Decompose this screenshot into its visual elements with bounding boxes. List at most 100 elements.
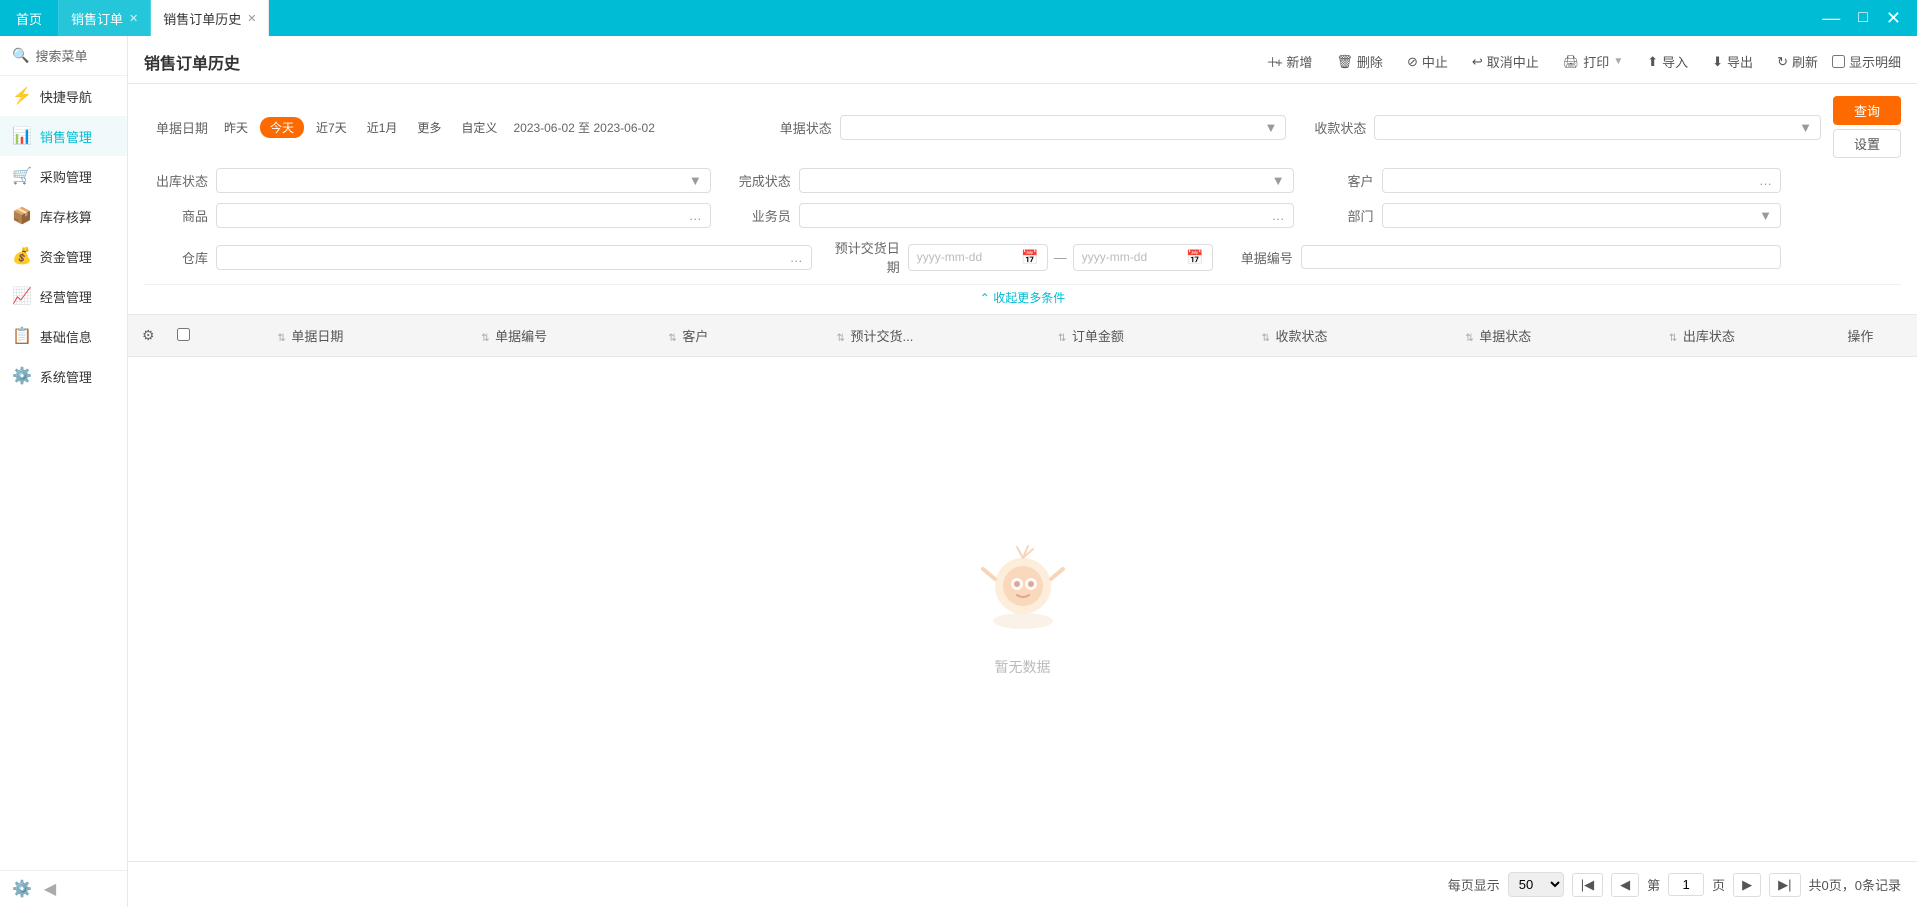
sort-icon-order-status: ⇅ bbox=[1465, 333, 1473, 344]
col-number[interactable]: ⇅ 单据编号 bbox=[412, 315, 616, 357]
date-tab-yesterday[interactable]: 昨天 bbox=[216, 117, 256, 138]
print-dropdown-icon: ▼ bbox=[1613, 56, 1623, 67]
stop-button[interactable]: ⊘ 中止 bbox=[1397, 48, 1458, 75]
date-tab-today[interactable]: 今天 bbox=[260, 117, 304, 138]
collapse-bar[interactable]: ⌃ 收起更多条件 bbox=[144, 284, 1901, 310]
goods-label: 商品 bbox=[144, 206, 216, 225]
collection-status-label: 收款状态 bbox=[1302, 118, 1374, 137]
department-select[interactable]: ▼ bbox=[1382, 203, 1781, 228]
sidebar-item-quick-nav[interactable]: ⚡ 快捷导航 bbox=[0, 76, 127, 116]
filter-section: 单据日期 昨天 今天 近7天 近1月 更多 自定义 2023-06-02 至 2… bbox=[128, 84, 1917, 315]
warehouse-select[interactable]: … bbox=[216, 245, 812, 270]
department-arrow: ▼ bbox=[1759, 208, 1772, 223]
col-collection-status[interactable]: ⇅ 收款状态 bbox=[1193, 315, 1397, 357]
date-tab-1month[interactable]: 近1月 bbox=[359, 117, 406, 138]
col-order-status[interactable]: ⇅ 单据状态 bbox=[1396, 315, 1600, 357]
quick-nav-icon: ⚡ bbox=[12, 86, 32, 106]
col-delivery[interactable]: ⇅ 预计交货... bbox=[761, 315, 989, 357]
delivery-status-arrow: ▼ bbox=[689, 173, 702, 188]
table-select-all[interactable] bbox=[177, 328, 190, 341]
inventory-icon: 📦 bbox=[12, 206, 32, 226]
refresh-icon: ↻ bbox=[1777, 54, 1788, 70]
export-icon: ⬇ bbox=[1712, 54, 1723, 70]
toolbar: ＋ + 新增 🗑 删除 ⊘ 中止 ↩ 取消中止 bbox=[1256, 48, 1901, 75]
page-first-btn[interactable]: |◀ bbox=[1572, 873, 1603, 897]
page-size-select[interactable]: 10 20 50 100 bbox=[1508, 872, 1564, 897]
collapse-sidebar-icon[interactable]: ◀ bbox=[44, 879, 56, 899]
page-next-btn[interactable]: ▶ bbox=[1733, 873, 1761, 897]
page-input[interactable] bbox=[1668, 873, 1704, 896]
export-button[interactable]: ⬇ 导出 bbox=[1702, 48, 1763, 75]
data-table: ⚙ ⇅ 单据日期 ⇅ 单据编号 bbox=[128, 315, 1917, 357]
page-last-btn[interactable]: ▶| bbox=[1769, 873, 1800, 897]
sidebar-item-system[interactable]: ⚙️ 系统管理 bbox=[0, 356, 127, 396]
order-number-label: 单据编号 bbox=[1229, 248, 1301, 267]
empty-state: 暂无数据 bbox=[128, 357, 1917, 861]
import-button[interactable]: ⬆ 导入 bbox=[1637, 48, 1698, 75]
col-customer[interactable]: ⇅ 客户 bbox=[616, 315, 761, 357]
cancel-stop-button[interactable]: ↩ 取消中止 bbox=[1462, 48, 1549, 75]
date-tab-7days[interactable]: 近7天 bbox=[308, 117, 355, 138]
refresh-button[interactable]: ↻ 刷新 bbox=[1767, 48, 1828, 75]
sidebar-item-purchase[interactable]: 🛒 采购管理 bbox=[0, 156, 127, 196]
page-title: 销售订单历史 bbox=[144, 50, 240, 74]
salesperson-label: 业务员 bbox=[727, 206, 799, 225]
customer-select[interactable]: … bbox=[1382, 168, 1781, 193]
tab-home[interactable]: 首页 bbox=[0, 0, 59, 36]
display-detail-input[interactable] bbox=[1832, 55, 1845, 68]
settings-button[interactable]: 设置 bbox=[1833, 129, 1901, 158]
query-button[interactable]: 查询 bbox=[1833, 96, 1901, 125]
delete-button[interactable]: 🗑 删除 bbox=[1326, 48, 1393, 75]
col-delivery-status[interactable]: ⇅ 出库状态 bbox=[1600, 315, 1804, 357]
tab-sales-history[interactable]: 销售订单历史 ✕ bbox=[151, 0, 269, 36]
cancel-stop-icon: ↩ bbox=[1472, 54, 1483, 70]
delivery-date-placeholder2: yyyy-mm-dd bbox=[1082, 250, 1147, 264]
finance-icon: 💰 bbox=[12, 246, 32, 266]
col-actions: 操作 bbox=[1804, 315, 1917, 357]
date-separator: — bbox=[1048, 250, 1073, 265]
sidebar-item-finance[interactable]: 💰 资金管理 bbox=[0, 236, 127, 276]
order-status-select[interactable]: ▼ bbox=[840, 115, 1287, 140]
sidebar-search[interactable]: 🔍 搜索菜单 bbox=[0, 36, 127, 76]
delivery-status-select[interactable]: ▼ bbox=[216, 168, 711, 193]
salesperson-select[interactable]: … bbox=[799, 203, 1294, 228]
sidebar-item-sales[interactable]: 📊 销售管理 bbox=[0, 116, 127, 156]
display-detail-checkbox[interactable]: 显示明细 bbox=[1832, 52, 1901, 71]
settings-bottom-icon[interactable]: ⚙️ bbox=[12, 879, 32, 899]
collection-status-select[interactable]: ▼ bbox=[1374, 115, 1821, 140]
sidebar-item-inventory[interactable]: 📦 库存核算 bbox=[0, 196, 127, 236]
delivery-date-to[interactable]: yyyy-mm-dd 📅 bbox=[1073, 244, 1213, 271]
delivery-date-placeholder1: yyyy-mm-dd bbox=[917, 250, 982, 264]
delivery-date-from[interactable]: yyyy-mm-dd 📅 bbox=[908, 244, 1048, 271]
window-maximize-btn[interactable]: □ bbox=[1850, 8, 1876, 28]
new-button[interactable]: ＋ + 新增 bbox=[1256, 48, 1322, 75]
operations-icon: 📈 bbox=[12, 286, 32, 306]
date-tab-more[interactable]: 更多 bbox=[409, 117, 449, 138]
total-records: 共0页，0条记录 bbox=[1809, 875, 1901, 894]
print-button[interactable]: 🖨 打印 ▼ bbox=[1553, 48, 1633, 75]
col-amount[interactable]: ⇅ 订单金额 bbox=[989, 315, 1193, 357]
completion-status-select[interactable]: ▼ bbox=[799, 168, 1294, 193]
warehouse-label: 仓库 bbox=[144, 248, 216, 267]
print-icon: 🖨 bbox=[1563, 54, 1580, 70]
col-date[interactable]: ⇅ 单据日期 bbox=[209, 315, 413, 357]
sidebar-item-basics[interactable]: 📋 基础信息 bbox=[0, 316, 127, 356]
page-size-label: 每页显示 bbox=[1448, 875, 1500, 894]
basics-icon: 📋 bbox=[12, 326, 32, 346]
window-minimize-btn[interactable]: — bbox=[1814, 7, 1848, 29]
tab-sales-order[interactable]: 销售订单 ✕ bbox=[59, 0, 151, 36]
goods-select[interactable]: … bbox=[216, 203, 711, 228]
window-close-btn[interactable]: ✕ bbox=[1878, 7, 1909, 29]
close-tab-sales-icon[interactable]: ✕ bbox=[129, 12, 138, 25]
date-filter-control: 昨天 今天 近7天 近1月 更多 自定义 2023-06-02 至 2023-0… bbox=[216, 117, 752, 138]
page-prev-btn[interactable]: ◀ bbox=[1611, 873, 1639, 897]
sort-icon-delivery-status: ⇅ bbox=[1669, 333, 1677, 344]
sales-icon: 📊 bbox=[12, 126, 32, 146]
table-settings-button[interactable]: ⚙ bbox=[140, 325, 157, 346]
goods-dots: … bbox=[689, 208, 702, 223]
close-tab-history-icon[interactable]: ✕ bbox=[247, 12, 256, 25]
search-icon: 🔍 bbox=[12, 47, 29, 64]
order-number-input[interactable] bbox=[1301, 245, 1781, 269]
sidebar-item-operations[interactable]: 📈 经营管理 bbox=[0, 276, 127, 316]
date-tab-custom[interactable]: 自定义 bbox=[453, 117, 505, 138]
